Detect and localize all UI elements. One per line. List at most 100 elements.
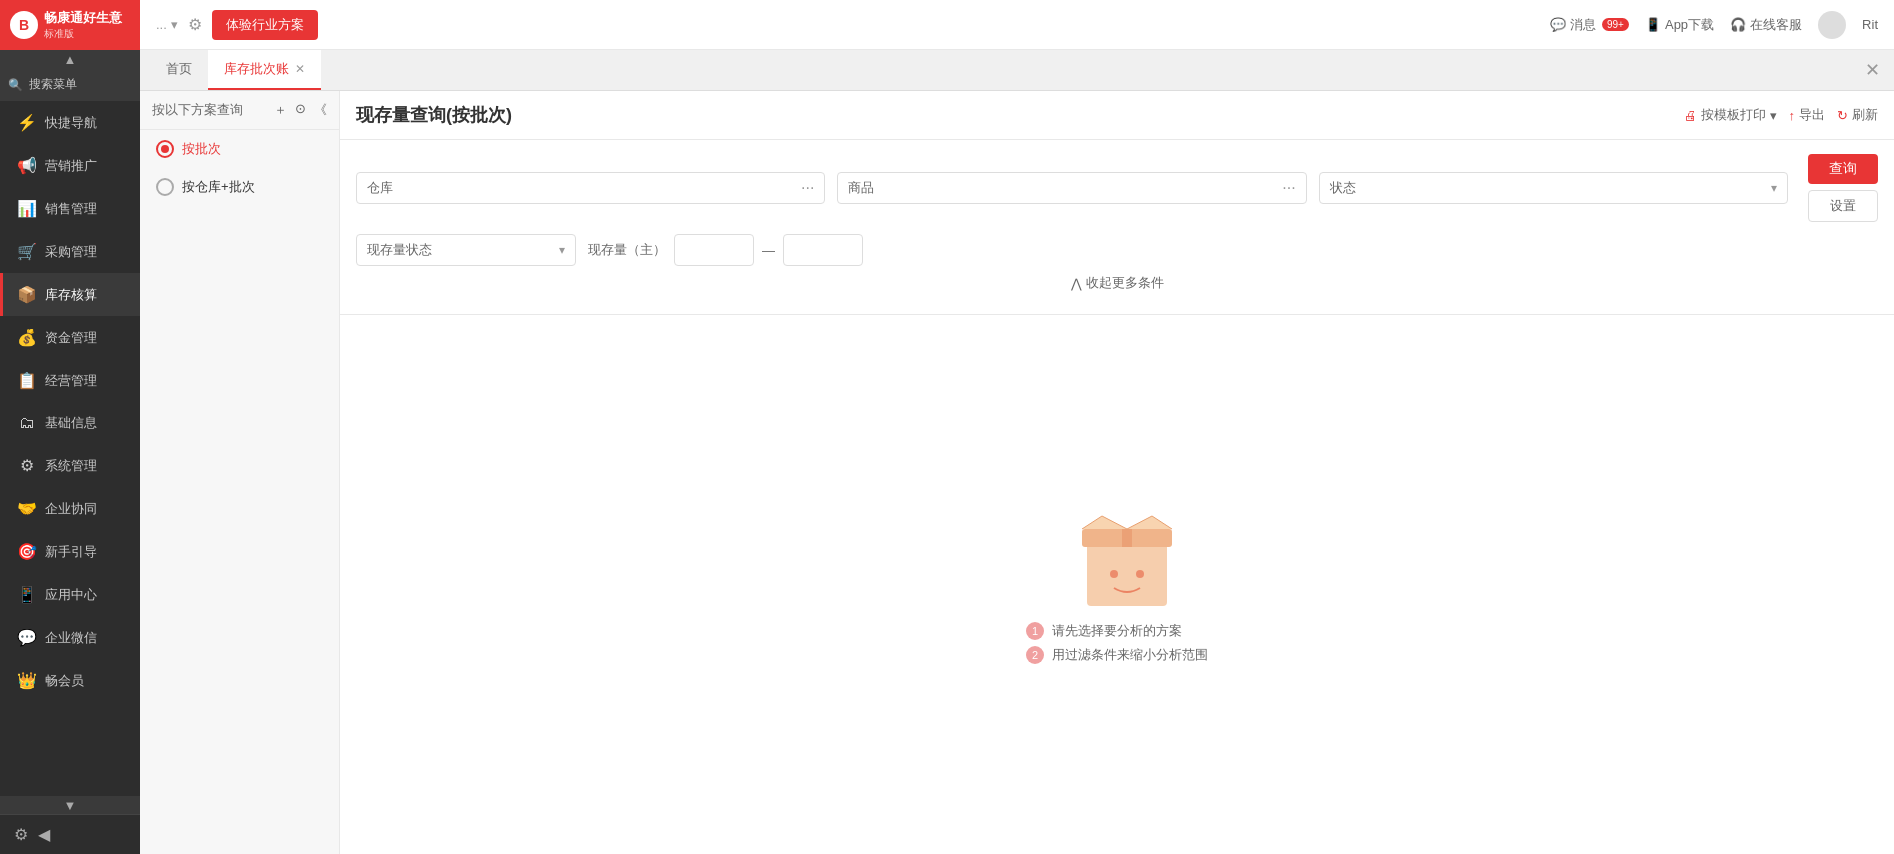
radio-selected-icon (156, 140, 174, 158)
collapse-panel-icon[interactable]: 《 (314, 101, 327, 119)
product-more-icon[interactable]: ··· (1282, 179, 1295, 197)
export-icon: ↑ (1789, 108, 1796, 123)
sidebar-label-system: 系统管理 (45, 457, 97, 475)
inventory-status-field[interactable]: 现存量状态 ▾ (356, 234, 576, 266)
sidebar-icon-quick-nav: ⚡ (17, 113, 37, 132)
sidebar-item-enterprise[interactable]: 🤝 企业协同 (0, 487, 140, 530)
filter-row-1: 仓库 ··· 商品 ··· 状态 ▾ 查询 设置 (356, 154, 1878, 222)
tab-home[interactable]: 首页 (150, 50, 208, 90)
tab-batch-label: 库存批次账 (224, 60, 289, 78)
sidebar-item-inventory[interactable]: 📦 库存核算 (0, 273, 140, 316)
refresh-label: 刷新 (1852, 106, 1878, 124)
page-title: 现存量查询(按批次) (356, 103, 512, 127)
inventory-qty-group: 现存量（主） — (588, 234, 863, 266)
sidebar-item-guide[interactable]: 🎯 新手引导 (0, 530, 140, 573)
query-header-actions: 🖨 按模板打印 ▾ ↑ 导出 ↻ 刷新 (1684, 106, 1879, 124)
sidebar-items-list: ⚡ 快捷导航 📢 营销推广 📊 销售管理 🛒 采购管理 📦 库存核算 💰 资金管… (0, 101, 140, 796)
refresh-btn[interactable]: ↻ 刷新 (1837, 106, 1878, 124)
hint-num-2: 2 (1026, 646, 1044, 664)
collapse-more-btn[interactable]: ⋀ 收起更多条件 (356, 266, 1878, 300)
filter-warehouse-batch-label: 按仓库+批次 (182, 178, 255, 196)
sidebar-item-system[interactable]: ⚙ 系统管理 (0, 444, 140, 487)
sidebar-item-operations[interactable]: 📋 经营管理 (0, 359, 140, 402)
tab-batch[interactable]: 库存批次账 ✕ (208, 50, 321, 90)
sidebar-label-marketing: 营销推广 (45, 157, 97, 175)
query-button[interactable]: 查询 (1808, 154, 1878, 184)
experience-btn[interactable]: 体验行业方案 (212, 10, 318, 40)
sidebar-icon-guide: 🎯 (17, 542, 37, 561)
sidebar-label-basic: 基础信息 (45, 414, 97, 432)
filter-panel: 按以下方案查询 ＋ ⊙ 《 按批次 按仓库+批次 (140, 91, 340, 854)
filter-conditions: 仓库 ··· 商品 ··· 状态 ▾ 查询 设置 (340, 140, 1894, 315)
sidebar-scroll-up[interactable]: ▲ (0, 50, 140, 68)
topbar-dropdown[interactable]: ... ▾ (156, 17, 178, 32)
sidebar-item-apps[interactable]: 📱 应用中心 (0, 573, 140, 616)
online-service-label: 在线客服 (1750, 16, 1802, 34)
query-header: 现存量查询(按批次) 🖨 按模板打印 ▾ ↑ 导出 ↻ 刷新 (340, 91, 1894, 140)
topbar-gear-icon[interactable]: ⚙ (188, 15, 202, 34)
tab-close-icon[interactable]: ✕ (295, 62, 305, 76)
sidebar-scroll-down[interactable]: ▼ (0, 796, 140, 814)
settings-button[interactable]: 设置 (1808, 190, 1878, 222)
sidebar-label-enterprise: 企业协同 (45, 500, 97, 518)
sidebar-item-purchase[interactable]: 🛒 采购管理 (0, 230, 140, 273)
collapse-sidebar-icon[interactable]: ◀ (38, 825, 50, 844)
app-title-block: 畅康通好生意 标准版 (44, 10, 122, 40)
add-scheme-icon[interactable]: ＋ (274, 101, 287, 119)
sidebar-item-basic[interactable]: 🗂 基础信息 (0, 402, 140, 444)
topbar-right: 💬 消息 99+ 📱 App下载 🎧 在线客服 Rit (1550, 11, 1878, 39)
filter-batch-label: 按批次 (182, 140, 221, 158)
settings-icon[interactable]: ⚙ (14, 825, 28, 844)
sidebar-icon-enterprise: 🤝 (17, 499, 37, 518)
scheme-settings-icon[interactable]: ⊙ (295, 101, 306, 119)
sidebar-icon-member: 👑 (17, 671, 37, 690)
sidebar-item-wechat[interactable]: 💬 企业微信 (0, 616, 140, 659)
inventory-qty-to[interactable] (783, 234, 863, 266)
inventory-status-label: 现存量状态 (367, 241, 432, 259)
sidebar-item-member[interactable]: 👑 畅会员 (0, 659, 140, 702)
online-service-btn[interactable]: 🎧 在线客服 (1730, 16, 1802, 34)
product-label: 商品 (848, 179, 874, 197)
search-label: 搜索菜单 (29, 76, 77, 93)
sidebar-icon-wechat: 💬 (17, 628, 37, 647)
sidebar-item-quick-nav[interactable]: ⚡ 快捷导航 (0, 101, 140, 144)
warehouse-more-icon[interactable]: ··· (801, 179, 814, 197)
product-field[interactable]: 商品 ··· (837, 172, 1306, 204)
empty-hints: 1 请先选择要分析的方案 2 用过滤条件来缩小分析范围 (1026, 622, 1208, 664)
empty-illustration (1067, 506, 1167, 606)
warehouse-label: 仓库 (367, 179, 393, 197)
filter-item-batch[interactable]: 按批次 (140, 130, 339, 168)
status-field[interactable]: 状态 ▾ (1319, 172, 1788, 204)
sidebar-item-marketing[interactable]: 📢 营销推广 (0, 144, 140, 187)
sidebar-label-guide: 新手引导 (45, 543, 97, 561)
inventory-qty-from[interactable] (674, 234, 754, 266)
tab-bar: 首页 库存批次账 ✕ ✕ (140, 50, 1894, 91)
warehouse-field[interactable]: 仓库 ··· (356, 172, 825, 204)
radio-unselected-icon (156, 178, 174, 196)
tab-panel-close[interactable]: ✕ (1861, 55, 1884, 85)
inventory-status-arrow-icon[interactable]: ▾ (559, 243, 565, 257)
print-btn[interactable]: 🖨 按模板打印 ▾ (1684, 106, 1777, 124)
export-btn[interactable]: ↑ 导出 (1789, 106, 1826, 124)
message-btn[interactable]: 💬 消息 99+ (1550, 16, 1629, 34)
user-avatar[interactable] (1818, 11, 1846, 39)
message-badge: 99+ (1602, 18, 1629, 31)
filter-item-warehouse-batch[interactable]: 按仓库+批次 (140, 168, 339, 206)
app-name: 畅康通好生意 (44, 10, 122, 27)
collapse-more-label: 收起更多条件 (1086, 274, 1164, 292)
sidebar-icon-inventory: 📦 (17, 285, 37, 304)
sidebar-search[interactable]: 🔍 搜索菜单 (0, 68, 140, 101)
app-download-btn[interactable]: 📱 App下载 (1645, 16, 1714, 34)
export-label: 导出 (1799, 106, 1825, 124)
sidebar-icon-purchase: 🛒 (17, 242, 37, 261)
status-arrow-icon[interactable]: ▾ (1771, 181, 1777, 195)
page-content: 按以下方案查询 ＋ ⊙ 《 按批次 按仓库+批次 (140, 91, 1894, 854)
main-area: ... ▾ ⚙ 体验行业方案 💬 消息 99+ 📱 App下载 🎧 在线客服 R… (140, 0, 1894, 854)
sidebar-icon-operations: 📋 (17, 371, 37, 390)
hint-num-1: 1 (1026, 622, 1044, 640)
sidebar: B 畅康通好生意 标准版 ▲ 🔍 搜索菜单 ⚡ 快捷导航 📢 营销推广 📊 销售… (0, 0, 140, 854)
sidebar-item-sales[interactable]: 📊 销售管理 (0, 187, 140, 230)
sidebar-item-finance[interactable]: 💰 资金管理 (0, 316, 140, 359)
sidebar-label-member: 畅会员 (45, 672, 84, 690)
sidebar-label-inventory: 库存核算 (45, 286, 97, 304)
